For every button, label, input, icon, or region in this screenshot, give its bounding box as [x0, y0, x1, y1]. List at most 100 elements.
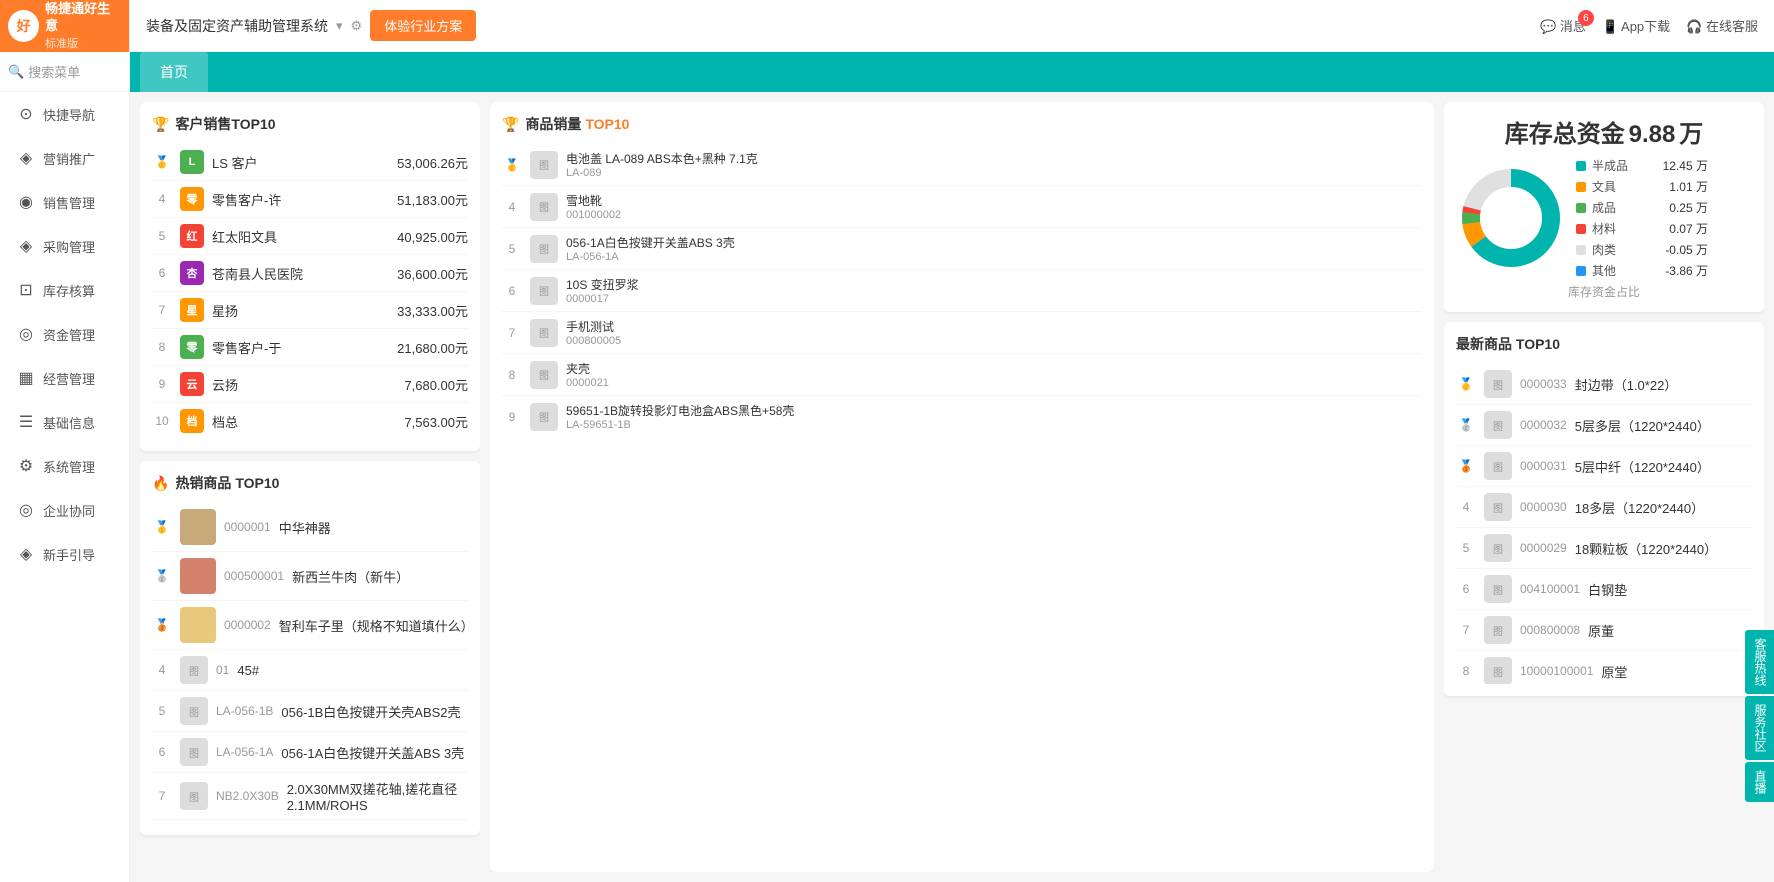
nav-icon: ▦ [17, 368, 35, 388]
product-image-placeholder: 图 [530, 403, 558, 431]
list-item: 10 档 档总 7,563.00元 [152, 403, 468, 439]
list-item: 4 图 雪地靴 001000002 [502, 186, 1422, 228]
rank: 7 [502, 326, 522, 340]
product-image-placeholder: 图 [530, 361, 558, 389]
nav-icon: ⊡ [17, 280, 35, 300]
rank: 6 [152, 745, 172, 759]
middle-section: 🏆 商品销量 TOP10 🥇 图 电池盖 LA-089 ABS本色+黑种 7.1… [490, 102, 1434, 872]
sidebar-item-sales[interactable]: ◉ 销售管理 [0, 180, 129, 224]
hot-products-card: 🔥 热销商品 TOP10 🥇 0000001 中华神器 🥈 000500001 [140, 461, 480, 835]
trial-button[interactable]: 体验行业方案 [370, 10, 476, 41]
legend-dot [1576, 182, 1586, 192]
rank: 🥇 [502, 158, 522, 172]
logo-text: 畅捷通好生意 标准版 [45, 1, 121, 51]
sidebar-item-operations[interactable]: ▦ 经营管理 [0, 356, 129, 400]
rank: 4 [1456, 500, 1476, 514]
headset-icon: 🎧 [1686, 19, 1702, 34]
list-item: 5 图 LA-056-1B 056-1B白色按键开关壳ABS2壳 [152, 691, 468, 732]
legend-dot [1576, 224, 1586, 234]
list-item: 5 图 056-1A白色按键开关盖ABS 3壳 LA-056-1A [502, 228, 1422, 270]
product-image-placeholder: 图 [1484, 452, 1512, 480]
rank: 5 [502, 242, 522, 256]
cs-hotline-button[interactable]: 客服热线 [1745, 630, 1774, 694]
product-image-placeholder: 图 [180, 697, 208, 725]
cs-live-button[interactable]: 直播 [1745, 762, 1774, 802]
nav-icon: ◎ [17, 500, 35, 520]
sidebar-item-basic-info[interactable]: ☰ 基础信息 [0, 400, 129, 444]
nav-icon: ◉ [17, 192, 35, 212]
rank: 8 [502, 368, 522, 382]
tab-home[interactable]: 首页 [140, 52, 208, 92]
sidebar-logo: 好 畅捷通好生意 标准版 [0, 0, 129, 52]
product-image-placeholder: 图 [530, 193, 558, 221]
avatar: 档 [180, 409, 204, 433]
avatar: 零 [180, 335, 204, 359]
product-image-placeholder: 图 [530, 151, 558, 179]
nav-icon: ◈ [17, 544, 35, 564]
top-bar-left: 装备及固定资产辅助管理系统 ▾ ⚙ 体验行业方案 [146, 10, 476, 41]
newest-products-card: 最新商品 TOP10 🥇 图 0000033 封边带（1.0*22） 🥈 图 0… [1444, 322, 1764, 696]
sidebar-item-system[interactable]: ⚙ 系统管理 [0, 444, 129, 488]
product-image-placeholder: 图 [1484, 493, 1512, 521]
message-icon: 💬 [1540, 19, 1556, 34]
sidebar-item-marketing[interactable]: ◈ 营销推广 [0, 136, 129, 180]
search-menu[interactable]: 🔍 搜索菜单 [0, 52, 129, 92]
chevron-down-icon: ▾ [336, 18, 343, 34]
legend-dot [1576, 245, 1586, 255]
product-image-placeholder: 图 [180, 782, 208, 810]
nav-tabs: 首页 [130, 52, 1774, 92]
product-image-placeholder: 图 [530, 235, 558, 263]
sidebar-item-quick-nav[interactable]: ⊙ 快捷导航 [0, 92, 129, 136]
rank: 🥇 [1456, 377, 1476, 391]
rank: 9 [152, 377, 172, 391]
cs-community-button[interactable]: 服务社区 [1745, 696, 1774, 760]
top-bar: 装备及固定资产辅助管理系统 ▾ ⚙ 体验行业方案 💬 消息 6 📱 App下载 … [130, 0, 1774, 52]
sidebar-item-purchase[interactable]: ◈ 采购管理 [0, 224, 129, 268]
rank: 7 [152, 789, 172, 803]
logo-icon: 好 [8, 10, 39, 42]
newest-products-list: 🥇 图 0000033 封边带（1.0*22） 🥈 图 0000032 5层多层… [1456, 364, 1752, 684]
product-image-placeholder: 图 [1484, 370, 1512, 398]
settings-icon[interactable]: ⚙ [351, 18, 363, 34]
product-image-placeholder: 图 [1484, 534, 1512, 562]
list-item: 9 云 云扬 7,680.00元 [152, 366, 468, 403]
list-item: 🥇 L LS 客户 53,006.26元 [152, 144, 468, 181]
rank: 8 [1456, 664, 1476, 678]
main-area: 装备及固定资产辅助管理系统 ▾ ⚙ 体验行业方案 💬 消息 6 📱 App下载 … [130, 0, 1774, 882]
nav-icon: ◈ [17, 236, 35, 256]
list-item: 6 杏 苍南县人民医院 36,600.00元 [152, 255, 468, 292]
list-item: 🥉 图 0000031 5层中纤（1220*2440） [1456, 446, 1752, 487]
legend-dot [1576, 203, 1586, 213]
list-item: 7 图 手机测试 000800005 [502, 312, 1422, 354]
message-button[interactable]: 💬 消息 6 [1540, 16, 1586, 35]
list-item: 7 图 000800008 原董 [1456, 610, 1752, 651]
product-sale-top10-title: 🏆 商品销量 TOP10 [502, 114, 1422, 134]
app-download-button[interactable]: 📱 App下载 [1602, 16, 1670, 35]
newest-products-title: 最新商品 TOP10 [1456, 334, 1752, 354]
list-item: 8 零 零售客户-于 21,680.00元 [152, 329, 468, 366]
avatar: 云 [180, 372, 204, 396]
rank: 🥇 [152, 520, 172, 534]
sidebar: 好 畅捷通好生意 标准版 🔍 搜索菜单 ⊙ 快捷导航 ◈ 营销推广 ◉ 销售管理… [0, 0, 130, 882]
rank: 🥈 [152, 569, 172, 583]
rank: 5 [152, 704, 172, 718]
online-service-button[interactable]: 🎧 在线客服 [1686, 16, 1758, 35]
rank: 4 [502, 200, 522, 214]
avatar: 星 [180, 298, 204, 322]
phone-icon: 📱 [1602, 19, 1618, 34]
list-item: 7 星 星扬 33,333.00元 [152, 292, 468, 329]
sidebar-item-inventory[interactable]: ⊡ 库存核算 [0, 268, 129, 312]
rank: 4 [152, 663, 172, 677]
search-icon: 🔍 [8, 64, 24, 80]
sidebar-item-cooperation[interactable]: ◎ 企业协同 [0, 488, 129, 532]
list-item: 🥈 000500001 新西兰牛肉（新牛） [152, 552, 468, 601]
list-item: 🥇 图 0000033 封边带（1.0*22） [1456, 364, 1752, 405]
sidebar-item-finance[interactable]: ◎ 资金管理 [0, 312, 129, 356]
avatar: 红 [180, 224, 204, 248]
hot-products-list: 🥇 0000001 中华神器 🥈 000500001 新西兰牛肉（新牛） 🥉 [152, 503, 468, 823]
rank: 7 [1456, 623, 1476, 637]
sidebar-item-guide[interactable]: ◈ 新手引导 [0, 532, 129, 576]
legend-item: 肉类 -0.05 万 [1576, 241, 1708, 258]
content-area: 🏆 客户销售TOP10 🥇 L LS 客户 53,006.26元 4 零 零售客… [130, 92, 1774, 882]
list-item: 4 零 零售客户-许 51,183.00元 [152, 181, 468, 218]
